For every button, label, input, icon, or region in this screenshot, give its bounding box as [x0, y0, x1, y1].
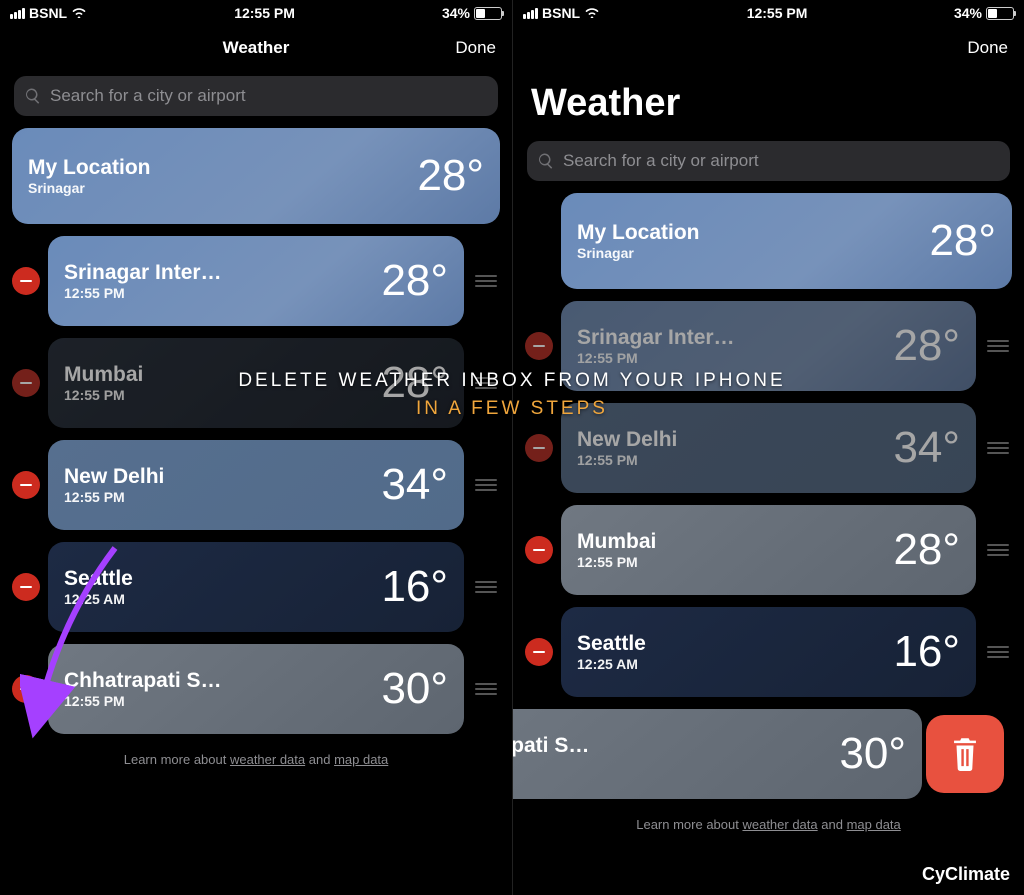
clock: 12:55 PM	[234, 5, 295, 21]
footer-text: Learn more about weather data and map da…	[513, 811, 1024, 846]
wifi-icon	[71, 5, 87, 21]
reorder-handle[interactable]	[984, 340, 1012, 352]
page-title: Weather	[513, 70, 1024, 135]
done-button[interactable]: Done	[967, 38, 1008, 58]
reorder-handle[interactable]	[472, 683, 500, 695]
battery-icon	[986, 7, 1014, 20]
status-bar: BSNL 12:55 PM 34%	[0, 0, 512, 26]
delete-button[interactable]	[926, 715, 1004, 793]
search-placeholder: Search for a city or airport	[563, 151, 759, 171]
battery-icon	[474, 7, 502, 20]
phone-right: BSNL 12:55 PM 34% Done Weather Search fo…	[512, 0, 1024, 895]
city-card[interactable]: Srinagar Inter…12:55 PM 28°	[561, 301, 976, 391]
search-icon	[24, 87, 42, 105]
city-card[interactable]: Seattle12:25 AM 16°	[48, 542, 464, 632]
battery-pct: 34%	[442, 5, 470, 21]
reorder-handle[interactable]	[472, 479, 500, 491]
city-list: My Location Srinagar 28° Srinagar Inter……	[513, 193, 1024, 799]
watermark: CyClimate	[922, 864, 1010, 885]
city-card[interactable]: New Delhi12:55 PM 34°	[561, 403, 976, 493]
remove-button[interactable]	[12, 573, 40, 601]
nav-bar: Done	[513, 26, 1024, 70]
weather-data-link[interactable]: weather data	[742, 817, 817, 832]
remove-button[interactable]	[525, 536, 553, 564]
reorder-handle[interactable]	[472, 377, 500, 389]
city-card[interactable]: Mumbai12:55 PM 28°	[48, 338, 464, 428]
remove-button[interactable]	[12, 267, 40, 295]
wifi-icon	[584, 5, 600, 21]
search-placeholder: Search for a city or airport	[50, 86, 246, 106]
city-card[interactable]: Srinagar Inter…12:55 PM 28°	[48, 236, 464, 326]
remove-button[interactable]	[525, 434, 553, 462]
city-card[interactable]: Chhatrapati S…12:55 PM 30°	[48, 644, 464, 734]
remove-button[interactable]	[525, 638, 553, 666]
reorder-handle[interactable]	[984, 442, 1012, 454]
clock: 12:55 PM	[747, 5, 808, 21]
phone-left: BSNL 12:55 PM 34% Weather Done Search fo…	[0, 0, 512, 895]
trash-icon	[950, 737, 980, 771]
signal-icon	[523, 8, 538, 19]
battery-pct: 34%	[954, 5, 982, 21]
reorder-handle[interactable]	[984, 646, 1012, 658]
city-card[interactable]: New Delhi12:55 PM 34°	[48, 440, 464, 530]
remove-button[interactable]	[12, 675, 40, 703]
city-card-swiped[interactable]: hhatrapati S…55 PM 30°	[512, 709, 922, 799]
remove-button[interactable]	[12, 471, 40, 499]
nav-title: Weather	[0, 38, 512, 58]
location-name: My Location	[28, 156, 151, 180]
search-field[interactable]: Search for a city or airport	[527, 141, 1010, 181]
nav-bar: Weather Done	[0, 26, 512, 70]
footer-text: Learn more about weather data and map da…	[0, 746, 512, 781]
remove-button[interactable]	[525, 332, 553, 360]
location-temp: 28°	[417, 151, 484, 201]
status-bar: BSNL 12:55 PM 34%	[513, 0, 1024, 26]
reorder-handle[interactable]	[984, 544, 1012, 556]
location-sub: Srinagar	[28, 180, 151, 196]
city-card[interactable]: Seattle12:25 AM 16°	[561, 607, 976, 697]
done-button[interactable]: Done	[455, 38, 496, 58]
carrier-label: BSNL	[29, 5, 67, 21]
map-data-link[interactable]: map data	[334, 752, 388, 767]
search-icon	[537, 152, 555, 170]
city-list: My Location Srinagar 28° Srinagar Inter……	[0, 128, 512, 734]
weather-data-link[interactable]: weather data	[230, 752, 305, 767]
signal-icon	[10, 8, 25, 19]
my-location-card[interactable]: My Location Srinagar 28°	[561, 193, 1012, 289]
remove-button[interactable]	[12, 369, 40, 397]
city-card[interactable]: Mumbai12:55 PM 28°	[561, 505, 976, 595]
reorder-handle[interactable]	[472, 275, 500, 287]
carrier-label: BSNL	[542, 5, 580, 21]
map-data-link[interactable]: map data	[847, 817, 901, 832]
reorder-handle[interactable]	[472, 581, 500, 593]
search-field[interactable]: Search for a city or airport	[14, 76, 498, 116]
my-location-card[interactable]: My Location Srinagar 28°	[12, 128, 500, 224]
